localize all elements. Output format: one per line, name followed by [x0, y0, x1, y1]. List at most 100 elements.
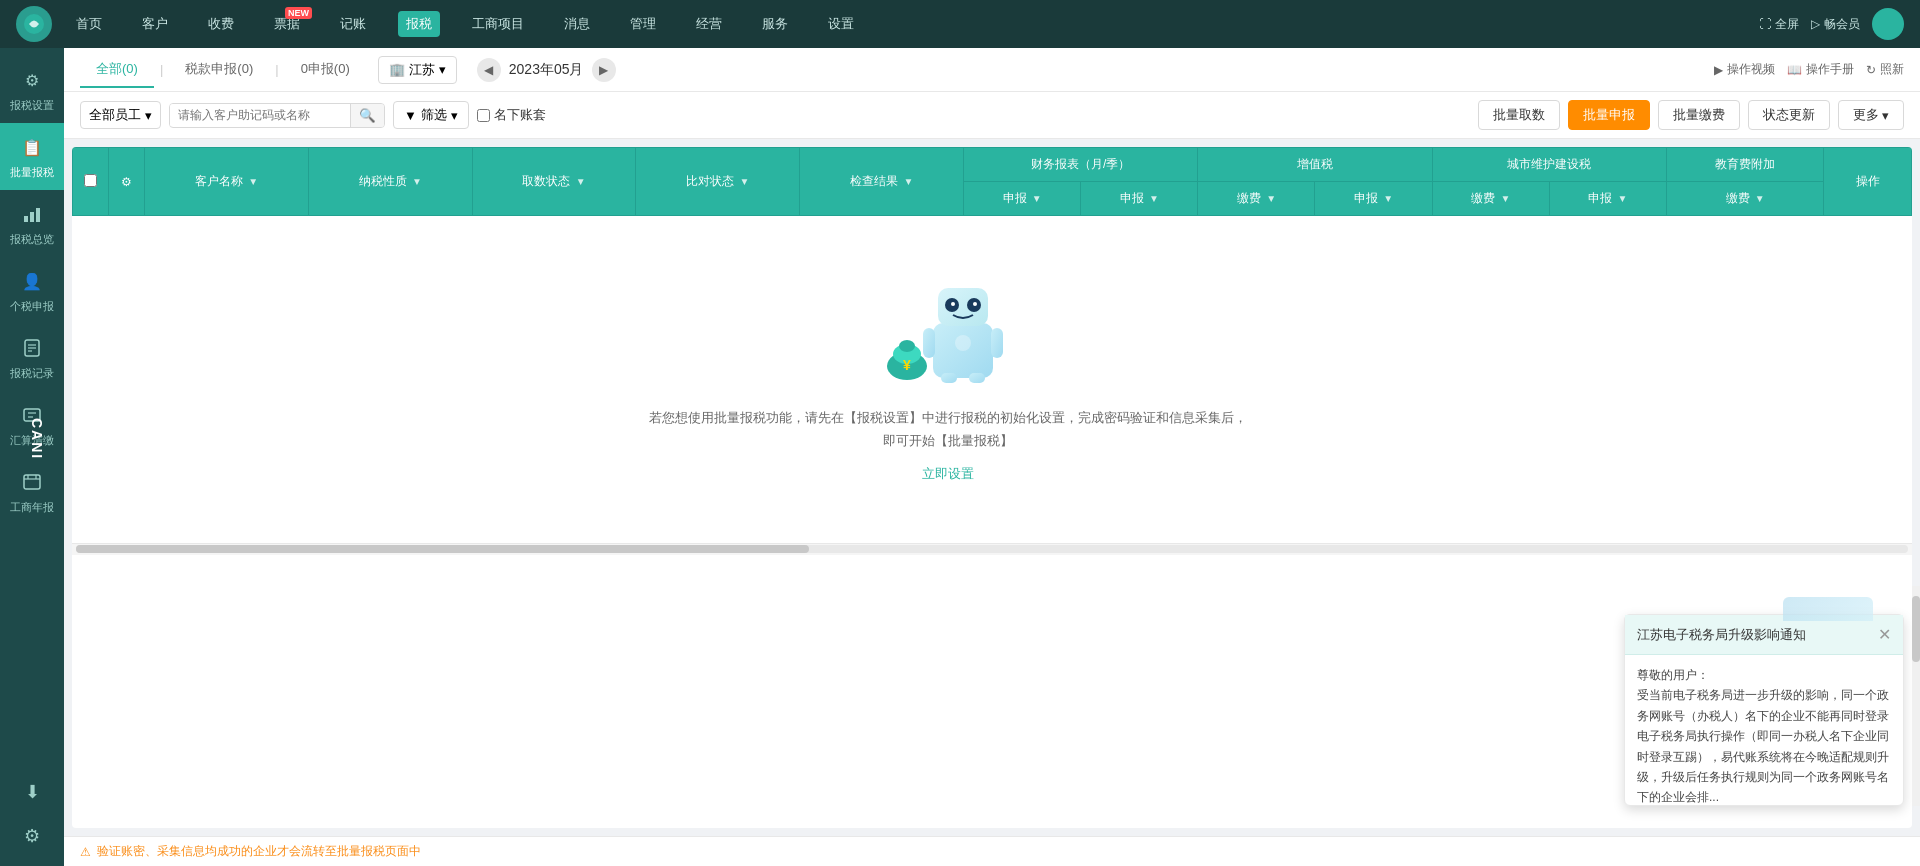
search-button[interactable]: 🔍	[350, 104, 384, 127]
th-vat-pay[interactable]: 缴费 ▼	[1198, 182, 1315, 216]
th-city-pay[interactable]: 缴费 ▼	[1432, 182, 1549, 216]
svg-point-29	[955, 335, 971, 351]
robot-body	[923, 283, 1003, 386]
notification-header: 江苏电子税务局升级影响通知 ✕	[1625, 615, 1903, 655]
annual-report-icon	[18, 468, 46, 496]
filter-arrow-icon: ▼	[248, 176, 258, 187]
th-check-result[interactable]: 检查结果 ▼	[800, 148, 964, 216]
th-tax-type[interactable]: 纳税性质 ▼	[308, 148, 472, 216]
fullscreen-button[interactable]: ⛶ 全屏	[1759, 16, 1799, 33]
horizontal-scrollbar[interactable]	[72, 543, 1912, 555]
svg-rect-11	[24, 475, 40, 489]
nav-service[interactable]: 服务	[754, 11, 796, 37]
th-edu-pay[interactable]: 缴费 ▼	[1666, 182, 1823, 216]
filter-sub-1: ▼	[1032, 193, 1042, 204]
sidebar-item-tax-overview[interactable]: 报税总览	[0, 190, 64, 257]
search-box: 🔍	[169, 103, 385, 128]
refresh-icon: ↻	[1866, 63, 1876, 77]
footer-notice: ⚠ 验证账密、采集信息均成功的企业才会流转至批量报税页面中	[64, 836, 1920, 866]
svg-rect-1	[24, 216, 28, 222]
table-header-row-1: ⚙ 客户名称 ▼ 纳税性质 ▼ 取数状态 ▼ 比对状态 ▼ 检查结果 ▼ 财务报…	[73, 148, 1912, 182]
right-scrollbar-thumb[interactable]	[1912, 596, 1920, 662]
setup-link[interactable]: 立即设置	[922, 465, 974, 483]
refresh-button[interactable]: ↻ 照新	[1866, 61, 1904, 78]
th-city-declare[interactable]: 申报 ▼	[1315, 182, 1432, 216]
th-edu-declare[interactable]: 申报 ▼	[1549, 182, 1666, 216]
nav-manage[interactable]: 管理	[622, 11, 664, 37]
sidebar-item-tax-records[interactable]: 报税记录	[0, 324, 64, 391]
empty-row: ¥	[73, 216, 1912, 543]
top-nav-right: ⛶ 全屏 ▷ 畅会员	[1759, 8, 1904, 40]
logo[interactable]	[16, 6, 52, 42]
staff-selector[interactable]: 全部员工 ▾	[80, 101, 161, 129]
svg-point-18	[899, 340, 915, 352]
nav-customer[interactable]: 客户	[134, 11, 176, 37]
th-customer-name[interactable]: 客户名称 ▼	[145, 148, 309, 216]
sidebar-item-tax-settings[interactable]: ⚙ 报税设置	[0, 56, 64, 123]
robot-illustration: ¥	[883, 276, 1013, 386]
scroll-thumb[interactable]	[76, 545, 809, 553]
nav-tax[interactable]: 报税	[398, 11, 440, 37]
filter-sub-6: ▼	[1618, 193, 1628, 204]
table-head: ⚙ 客户名称 ▼ 纳税性质 ▼ 取数状态 ▼ 比对状态 ▼ 检查结果 ▼ 财务报…	[73, 148, 1912, 216]
warning-icon: ⚠	[80, 845, 91, 859]
more-button[interactable]: 更多 ▾	[1838, 100, 1904, 130]
batch-pay-button[interactable]: 批量缴费	[1658, 100, 1740, 130]
th-compare-status[interactable]: 比对状态 ▼	[636, 148, 800, 216]
select-all-checkbox[interactable]	[84, 174, 97, 187]
empty-state-cell: ¥	[73, 216, 1824, 543]
tab-tax-declare[interactable]: 税款申报(0)	[169, 52, 269, 88]
batch-fetch-button[interactable]: 批量取数	[1478, 100, 1560, 130]
th-financial-report: 财务报表（月/季）	[964, 148, 1198, 182]
region-selector[interactable]: 🏢 江苏 ▾	[378, 56, 457, 84]
tabs-right: ▶ 操作视频 📖 操作手册 ↻ 照新	[1714, 61, 1904, 78]
sub-account-checkbox[interactable]	[477, 109, 490, 122]
notification-close-button[interactable]: ✕	[1878, 625, 1891, 644]
nav-bill[interactable]: 票据 NEW	[266, 11, 308, 37]
region-icon: 🏢	[389, 62, 405, 77]
top-nav: 首页 客户 收费 票据 NEW 记账 报税 工商项目 消息 管理 经营 服务 设…	[0, 0, 1920, 48]
user-avatar[interactable]	[1872, 8, 1904, 40]
svg-text:¥: ¥	[903, 357, 911, 373]
operation-manual-button[interactable]: 📖 操作手册	[1787, 61, 1854, 78]
download-icon[interactable]: ⬇	[14, 774, 50, 810]
sidebar-item-batch-tax[interactable]: 📋 批量报税	[0, 123, 64, 190]
nav-operation[interactable]: 经营	[688, 11, 730, 37]
th-vat-declare[interactable]: 申报 ▼	[1081, 182, 1198, 216]
tax-records-icon	[18, 334, 46, 362]
search-input[interactable]	[170, 104, 350, 126]
prev-month-button[interactable]: ◀	[477, 58, 501, 82]
th-fetch-status[interactable]: 取数状态 ▼	[472, 148, 636, 216]
filter-sub-3: ▼	[1266, 193, 1276, 204]
th-fin-declare[interactable]: 申报 ▼	[964, 182, 1081, 216]
th-settings[interactable]: ⚙	[109, 148, 145, 216]
personal-tax-icon: 👤	[18, 267, 46, 295]
nav-message[interactable]: 消息	[556, 11, 598, 37]
status-update-button[interactable]: 状态更新	[1748, 100, 1830, 130]
settings-bottom-icon[interactable]: ⚙	[14, 818, 50, 854]
next-month-button[interactable]: ▶	[592, 58, 616, 82]
notif-decoration	[1783, 597, 1873, 621]
sidebar-item-personal-tax[interactable]: 👤 个税申报	[0, 257, 64, 324]
notification-title: 江苏电子税务局升级影响通知	[1637, 626, 1806, 644]
tax-settings-icon: ⚙	[18, 66, 46, 94]
tab-all[interactable]: 全部(0)	[80, 52, 154, 88]
member-button[interactable]: ▷ 畅会员	[1811, 16, 1860, 33]
data-table: ⚙ 客户名称 ▼ 纳税性质 ▼ 取数状态 ▼ 比对状态 ▼ 检查结果 ▼ 财务报…	[72, 147, 1912, 543]
notification-card: 江苏电子税务局升级影响通知 ✕ 尊敬的用户： 受当前电子税务局进一步升级的影响，…	[1624, 614, 1904, 806]
filter-arrow-icon-4: ▼	[740, 176, 750, 187]
svg-point-23	[951, 302, 955, 306]
batch-declare-button[interactable]: 批量申报	[1568, 100, 1650, 130]
filter-button[interactable]: ▼ 筛选 ▾	[393, 101, 469, 129]
nav-settings[interactable]: 设置	[820, 11, 862, 37]
tax-overview-icon	[18, 200, 46, 228]
nav-business[interactable]: 工商项目	[464, 11, 532, 37]
nav-home[interactable]: 首页	[68, 11, 110, 37]
operation-video-button[interactable]: ▶ 操作视频	[1714, 61, 1775, 78]
nav-fee[interactable]: 收费	[200, 11, 242, 37]
tab-zero-declare[interactable]: 0申报(0)	[285, 52, 366, 88]
nav-accounting[interactable]: 记账	[332, 11, 374, 37]
right-scrollbar[interactable]	[1912, 586, 1920, 806]
sub-account-checkbox-label[interactable]: 名下账套	[477, 106, 546, 124]
svg-rect-26	[991, 328, 1003, 358]
